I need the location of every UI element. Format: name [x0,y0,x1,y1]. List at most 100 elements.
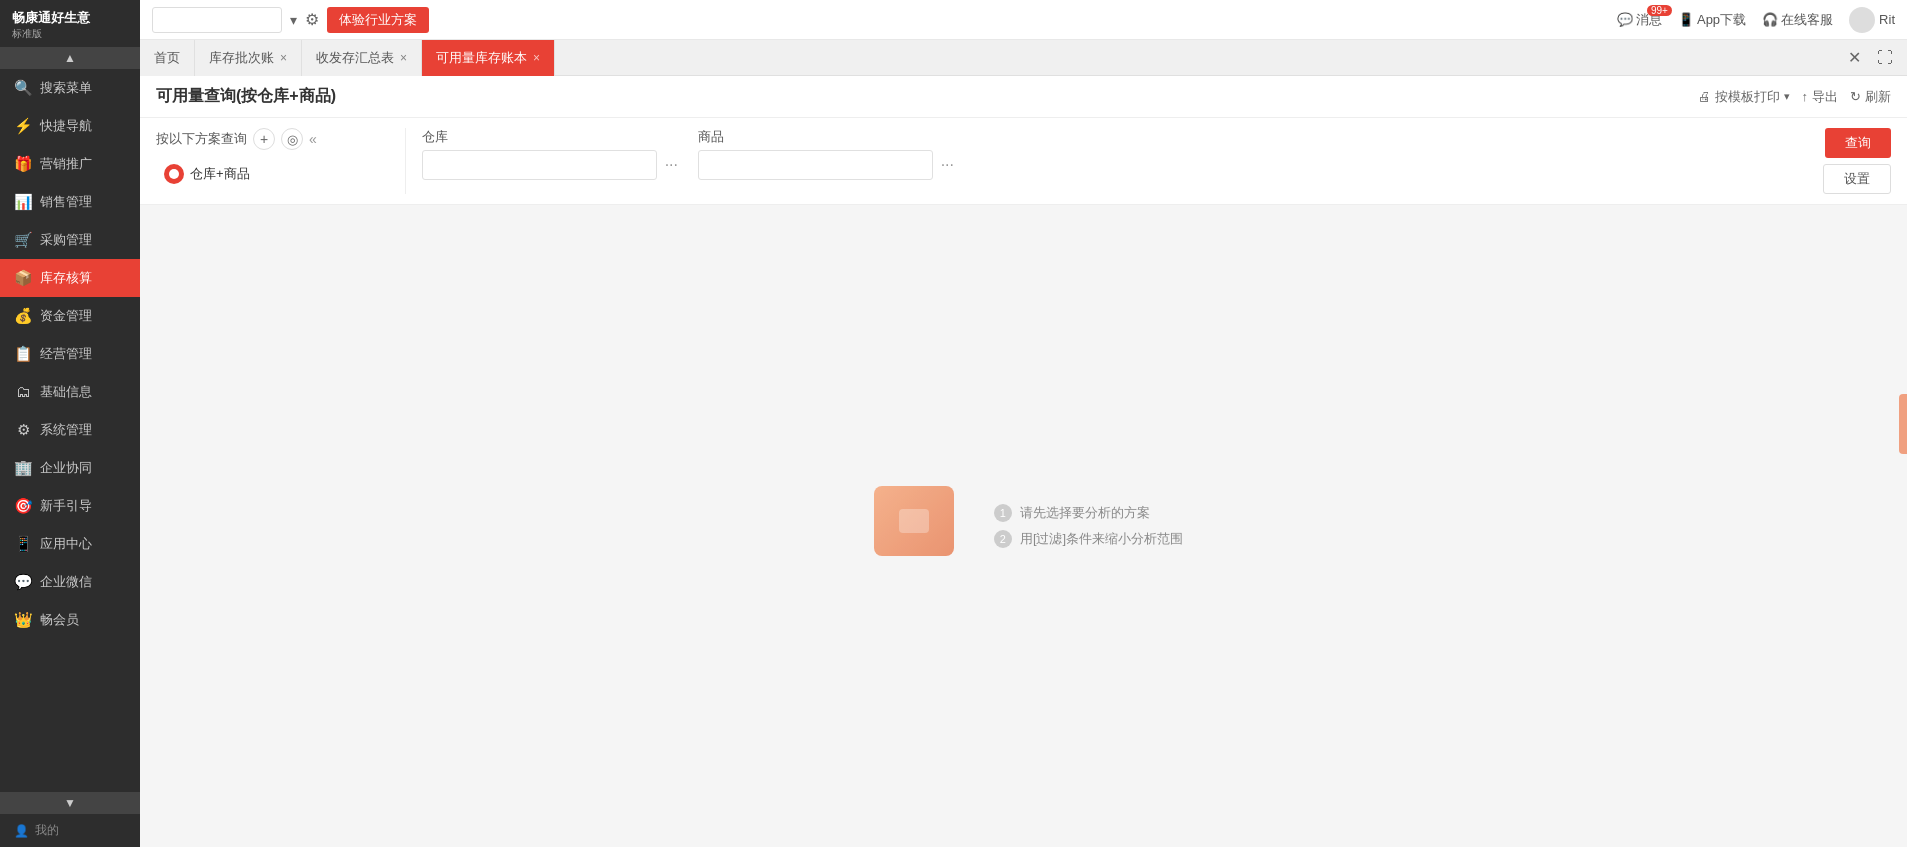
page-header: 可用量查询(按仓库+商品) 🖨 按模板打印 ▾ ↑ 导出 ↻ 刷新 [140,76,1907,118]
sidebar-nav: 🔍搜索菜单⚡快捷导航 🎁 营销推广 📊销售管理🛒采购管理 📦 库存核算 💰资金管理📋经营管理… [0,69,140,792]
sidebar-item-inventory[interactable]: 📦 库存核算 [0,259,140,297]
sidebar-item-enterprise[interactable]: 🏢企业协同 [0,449,140,487]
sidebar-item-member[interactable]: 👑畅会员 [0,601,140,639]
tab-batch[interactable]: 库存批次账 × [195,40,302,76]
sidebar-icon-sales: 📊 [14,193,32,211]
tab-available[interactable]: 可用量库存账本× [422,40,555,76]
page-content: 可用量查询(按仓库+商品) 🖨 按模板打印 ▾ ↑ 导出 ↻ 刷新 [140,76,1907,847]
sidebar-item-system[interactable]: ⚙ 系统管理 [0,411,140,449]
filter-add-btn[interactable]: + [253,128,275,150]
topbar-user[interactable]: Rit [1849,7,1895,33]
refresh-icon: ↻ [1850,89,1861,104]
sidebar-scroll-up[interactable]: ▲ [0,47,140,69]
sidebar-item-apps[interactable]: 📱应用中心 [0,525,140,563]
app-download-icon: 📱 [1678,12,1694,27]
sidebar-label-system: 系统管理 [40,421,92,439]
scheme-item-warehouse-goods[interactable]: 仓库+商品 [156,158,395,190]
print-label: 按模板打印 [1715,88,1780,106]
empty-box-face [899,509,929,533]
topbar-msg-btn[interactable]: 💬 消息 99+ [1617,11,1662,29]
tab-home[interactable]: 首页 [140,40,195,76]
tabs-maximize-btn[interactable]: ⛶ [1871,47,1899,69]
sidebar-label-shortcut: 快捷导航 [40,117,92,135]
sidebar-item-purchase[interactable]: 🛒采购管理 [0,221,140,259]
warehouse-input[interactable] [422,150,657,180]
sidebar-item-newbie[interactable]: 🎯 新手引导 [0,487,140,525]
filter-setting-btn[interactable]: ◎ [281,128,303,150]
sidebar-bottom-icon: 👤 [14,824,29,838]
sidebar-icon-apps: 📱 [14,535,32,553]
goods-more-btn[interactable]: ··· [937,156,958,174]
sidebar-label-marketing: 营销推广 [40,155,92,173]
refresh-label: 刷新 [1865,88,1891,106]
tab-summary[interactable]: 收发存汇总表× [302,40,422,76]
print-btn[interactable]: 🖨 按模板打印 ▾ [1698,88,1790,106]
sidebar-bottom[interactable]: 👤 我的 [0,814,140,847]
goods-input[interactable] [698,150,933,180]
filter-collapse-btn[interactable]: « [309,131,317,147]
topbar-search-input[interactable] [152,7,282,33]
topbar-trial-btn[interactable]: 体验行业方案 [327,7,429,33]
tabs-close-btn[interactable]: ✕ [1842,46,1867,69]
filter-scheme-header: 按以下方案查询 + ◎ « [156,128,395,150]
sidebar-label-operation: 经营管理 [40,345,92,363]
sidebar-label-inventory: 库存核算 [40,269,92,287]
empty-hint-2: 2 用[过滤]条件来缩小分析范围 [994,530,1183,548]
filter-actions: 查询 设置 [1823,128,1891,194]
tab-close-summary[interactable]: × [400,51,407,65]
sidebar-scroll-down[interactable]: ▼ [0,792,140,814]
tab-close-batch[interactable]: × [280,51,287,65]
sidebar: 畅康通好生意 标准版 ▲ 🔍搜索菜单⚡快捷导航🎁营销推广📊销售管理🛒采购管理📦库… [0,0,140,847]
sidebar-item-search[interactable]: 🔍搜索菜单 [0,69,140,107]
settings-btn[interactable]: 设置 [1823,164,1891,194]
filter-warehouse-field: 仓库 ··· [422,128,682,180]
page-header-actions: 🖨 按模板打印 ▾ ↑ 导出 ↻ 刷新 [1698,88,1892,106]
right-scroll-handle[interactable] [1899,394,1907,454]
tab-label-batch: 库存批次账 [209,49,274,67]
sidebar-item-finance[interactable]: 💰资金管理 [0,297,140,335]
query-btn[interactable]: 查询 [1825,128,1891,158]
empty-state-content: 1 请先选择要分析的方案 2 用[过滤]条件来缩小分析范围 [864,476,1183,576]
sidebar-item-sales[interactable]: 📊销售管理 [0,183,140,221]
app-version: 标准版 [12,27,128,41]
warehouse-more-btn[interactable]: ··· [661,156,682,174]
topbar-right: 💬 消息 99+ 📱 App下载 🎧 在线客服 Rit [1617,7,1895,33]
sidebar-item-marketing[interactable]: 🎁 营销推广 [0,145,140,183]
topbar-dropdown-btn[interactable]: ▾ [290,12,297,28]
hint-number-2: 2 [994,530,1012,548]
sidebar-icon-marketing: 🎁 [14,155,32,173]
service-icon: 🎧 [1762,12,1778,27]
tab-label-home: 首页 [154,49,180,67]
user-avatar [1849,7,1875,33]
filter-area: 按以下方案查询 + ◎ « 仓库+商品 仓库 ··· [140,118,1907,205]
topbar-app-btn[interactable]: 📱 App下载 [1678,11,1746,29]
hint-number-1: 1 [994,504,1012,522]
sidebar-icon-system: ⚙ [14,421,32,439]
sidebar-label-wechat: 企业微信 [40,573,92,591]
sidebar-icon-inventory: 📦 [14,269,32,287]
sidebar-item-wechat[interactable]: 💬企业微信 [0,563,140,601]
export-icon: ↑ [1802,89,1809,104]
topbar-gear-btn[interactable]: ⚙ [305,10,319,29]
sidebar-icon-member: 👑 [14,611,32,629]
sidebar-item-basic[interactable]: 🗂基础信息 [0,373,140,411]
filter-goods-field: 商品 ··· [698,128,958,180]
export-btn[interactable]: ↑ 导出 [1802,88,1839,106]
sidebar-item-operation[interactable]: 📋经营管理 [0,335,140,373]
sidebar-item-shortcut[interactable]: ⚡快捷导航 [0,107,140,145]
empty-illustration [864,476,964,576]
topbar-service-btn[interactable]: 🎧 在线客服 [1762,11,1833,29]
sidebar-icon-basic: 🗂 [14,383,32,400]
tab-close-available[interactable]: × [533,51,540,65]
hint-text-1: 请先选择要分析的方案 [1020,504,1150,522]
print-icon: 🖨 [1698,89,1711,104]
refresh-btn[interactable]: ↻ 刷新 [1850,88,1891,106]
filter-scheme-label: 按以下方案查询 [156,130,247,148]
sidebar-label-newbie: 新手引导 [40,497,92,515]
warehouse-input-row: ··· [422,150,682,180]
sidebar-icon-newbie: 🎯 [14,497,32,515]
msg-icon: 💬 [1617,12,1633,27]
msg-badge: 99+ [1647,5,1672,16]
goods-label: 商品 [698,128,958,146]
svg-point-0 [169,169,179,179]
